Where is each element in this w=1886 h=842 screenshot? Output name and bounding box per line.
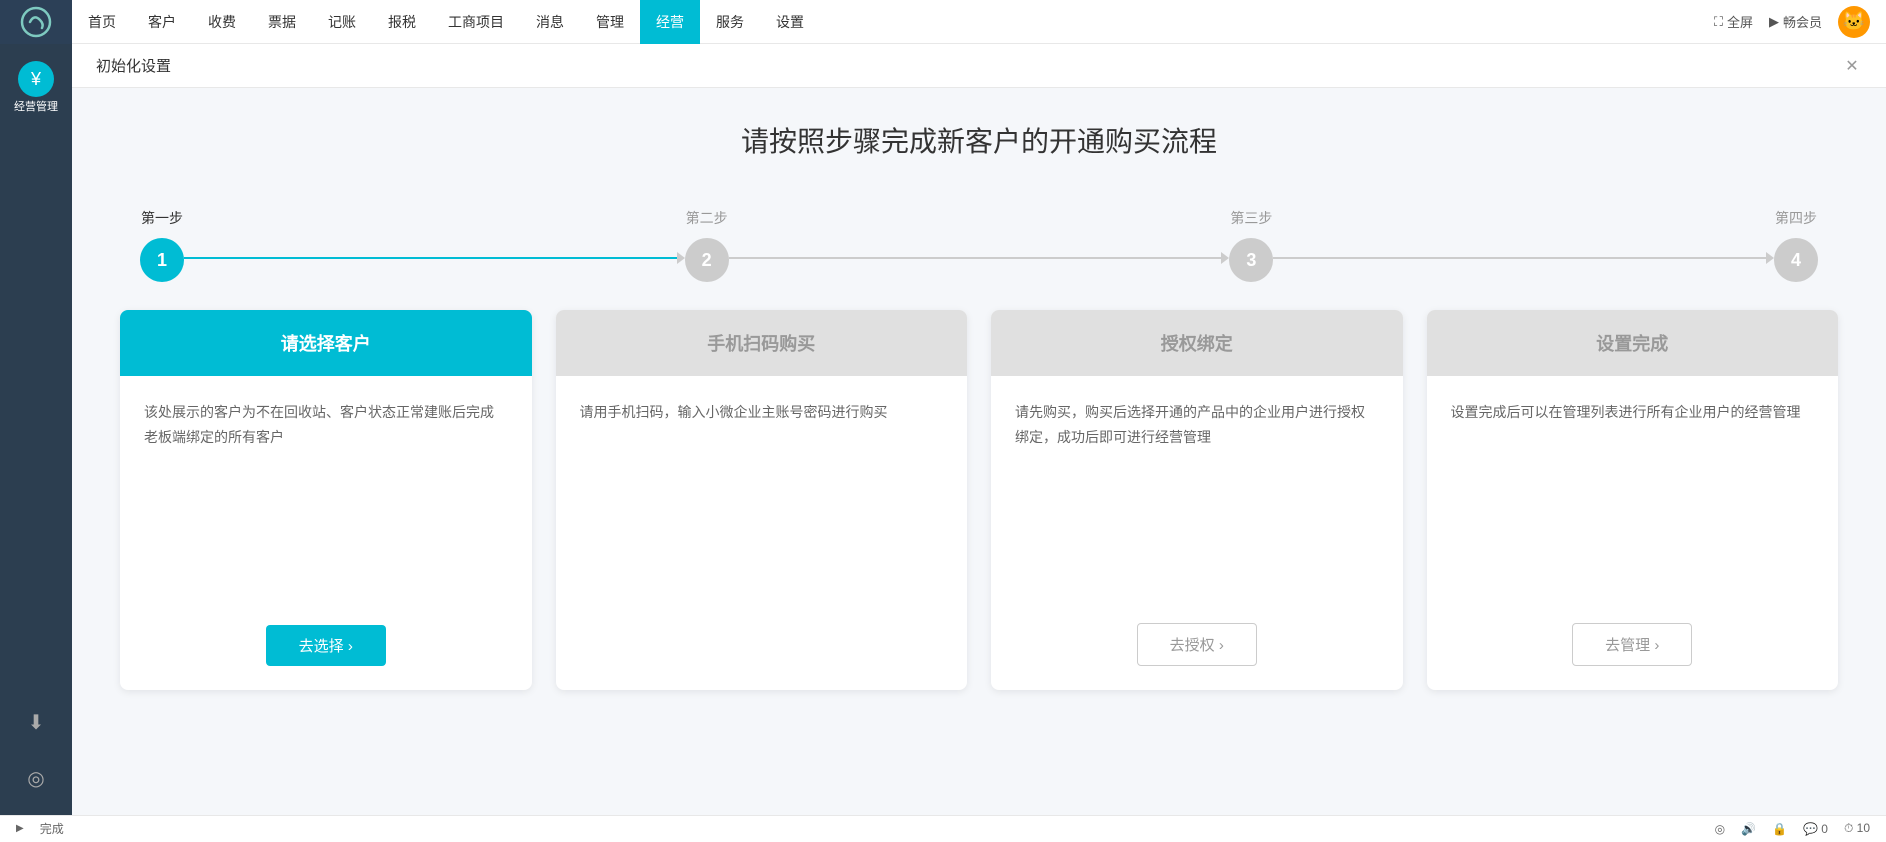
- avatar[interactable]: 🐱: [1838, 6, 1870, 38]
- line-2: [729, 257, 1222, 259]
- line-3: [1273, 257, 1766, 259]
- arrow-2-3: [729, 252, 1230, 264]
- nav-item-operation[interactable]: 经营: [640, 0, 700, 44]
- step-4-circle: 4: [1774, 238, 1818, 282]
- step-1-label: 第一步: [141, 208, 183, 228]
- nav-item-tax[interactable]: 报税: [372, 0, 432, 44]
- step-1-circle: 1: [140, 238, 184, 282]
- card-3-footer: 去授权 ›: [991, 607, 1403, 690]
- card-3-header: 授权绑定: [991, 310, 1403, 376]
- step-1: 第一步 1: [140, 208, 184, 282]
- step-4: 第四步 4: [1774, 208, 1818, 282]
- card-4-btn[interactable]: 去管理 ›: [1572, 623, 1692, 666]
- fullscreen-btn[interactable]: ⛶ 全屏: [1714, 12, 1753, 31]
- status-bar-right: ◎ 🔊 🔒 💬 0 ⏱ 10: [1715, 821, 1870, 836]
- status-complete-text: 完成: [40, 820, 64, 837]
- support-icon: ◎: [27, 766, 44, 791]
- card-3: 授权绑定 请先购买，购买后选择开通的产品中的企业用户进行授权绑定，成功后即可进行…: [991, 310, 1403, 690]
- step-3-circle: 3: [1229, 238, 1273, 282]
- operation-icon: ¥: [18, 61, 54, 97]
- nav-item-settings[interactable]: 设置: [760, 0, 820, 44]
- status-play-icon: ▶: [16, 823, 24, 834]
- nav-item-message[interactable]: 消息: [520, 0, 580, 44]
- sidebar-bottom: ⬇ ◎: [0, 699, 72, 815]
- steps-container: 第一步 1 第二步 2: [120, 208, 1838, 282]
- card-1-body: 该处展示的客户为不在回收站、客户状态正常建账后完成老板端绑定的所有客户: [120, 376, 532, 609]
- fullscreen-icon: ⛶: [1714, 14, 1723, 30]
- card-2-body: 请用手机扫码，输入小微企业主账号密码进行购买: [556, 376, 968, 650]
- status-bar: ▶ 完成 ◎ 🔊 🔒 💬 0 ⏱ 10: [0, 815, 1886, 842]
- close-button[interactable]: ✕: [1842, 56, 1862, 76]
- card-2: 手机扫码购买 请用手机扫码，输入小微企业主账号密码进行购买: [556, 310, 968, 690]
- nav-right: ⛶ 全屏 ▶ 畅会员 🐱: [1714, 6, 1870, 38]
- card-1-footer: 去选择 ›: [120, 609, 532, 690]
- main-heading: 请按照步骤完成新客户的开通购买流程: [120, 120, 1838, 160]
- nav-items: 首页 客户 收费 票据 记账 报税 工商项目 消息 管理 经营 服务 设置: [72, 0, 1714, 44]
- nav-item-service[interactable]: 服务: [700, 0, 760, 44]
- card-4-header: 设置完成: [1427, 310, 1839, 376]
- sidebar-item-operation[interactable]: ¥ 经营管理: [0, 52, 72, 124]
- member-btn[interactable]: ▶ 畅会员: [1769, 12, 1822, 31]
- nav-item-billing[interactable]: 收费: [192, 0, 252, 44]
- status-time: ⏱ 10: [1844, 821, 1870, 836]
- status-sound-icon: 🔊: [1741, 822, 1756, 836]
- step-3-label: 第三步: [1230, 208, 1272, 228]
- content-area: 请按照步骤完成新客户的开通购买流程 第一步 1: [72, 88, 1886, 815]
- status-shield-icon: ◎: [1715, 822, 1725, 836]
- layout: ¥ 经营管理 ⬇ ◎ 初始化设置 ✕ 请按照步骤完成新客户的开通购买流程: [0, 44, 1886, 815]
- nav-item-business[interactable]: 工商项目: [432, 0, 520, 44]
- arrow-3-4: [1273, 252, 1774, 264]
- step-3: 第三步 3: [1229, 208, 1273, 282]
- main-content: 初始化设置 ✕ 请按照步骤完成新客户的开通购买流程 第一步 1: [72, 44, 1886, 815]
- step-2-circle: 2: [685, 238, 729, 282]
- card-2-header: 手机扫码购买: [556, 310, 968, 376]
- status-message-count: 💬 0: [1803, 822, 1828, 836]
- status-lock-icon: 🔒: [1772, 822, 1787, 836]
- sidebar: ¥ 经营管理 ⬇ ◎: [0, 44, 72, 815]
- card-4-footer: 去管理 ›: [1427, 607, 1839, 690]
- arrowhead-2: [1221, 252, 1229, 264]
- card-1: 请选择客户 该处展示的客户为不在回收站、客户状态正常建账后完成老板端绑定的所有客…: [120, 310, 532, 690]
- sidebar-support[interactable]: ◎: [12, 755, 60, 803]
- card-1-btn[interactable]: 去选择 ›: [266, 625, 386, 666]
- sidebar-download[interactable]: ⬇: [12, 699, 60, 747]
- card-4: 设置完成 设置完成后可以在管理列表进行所有企业用户的经营管理 去管理 ›: [1427, 310, 1839, 690]
- top-nav: 首页 客户 收费 票据 记账 报税 工商项目 消息 管理 经营 服务 设置 ⛶ …: [0, 0, 1886, 44]
- page-header: 初始化设置 ✕: [72, 44, 1886, 88]
- arrowhead-1: [677, 252, 685, 264]
- nav-item-invoice[interactable]: 票据: [252, 0, 312, 44]
- nav-item-manage[interactable]: 管理: [580, 0, 640, 44]
- nav-item-customer[interactable]: 客户: [132, 0, 192, 44]
- member-icon: ▶: [1769, 14, 1779, 30]
- card-4-body: 设置完成后可以在管理列表进行所有企业用户的经营管理: [1427, 376, 1839, 607]
- nav-item-bookkeeping[interactable]: 记账: [312, 0, 372, 44]
- step-4-label: 第四步: [1775, 208, 1817, 228]
- line-1: [184, 257, 677, 259]
- nav-item-home[interactable]: 首页: [72, 0, 132, 44]
- step-2: 第二步 2: [685, 208, 729, 282]
- page-title: 初始化设置: [96, 55, 171, 76]
- cards-row: 请选择客户 该处展示的客户为不在回收站、客户状态正常建账后完成老板端绑定的所有客…: [120, 310, 1838, 690]
- arrowhead-3: [1766, 252, 1774, 264]
- download-icon: ⬇: [28, 710, 45, 735]
- card-3-btn[interactable]: 去授权 ›: [1137, 623, 1257, 666]
- card-3-body: 请先购买，购买后选择开通的产品中的企业用户进行授权绑定，成功后即可进行经营管理: [991, 376, 1403, 607]
- logo-icon: [20, 6, 52, 38]
- arrow-1-2: [184, 252, 685, 264]
- nav-logo: [0, 0, 72, 44]
- card-2-footer: [556, 650, 968, 690]
- card-1-header: 请选择客户: [120, 310, 532, 376]
- step-2-label: 第二步: [686, 208, 728, 228]
